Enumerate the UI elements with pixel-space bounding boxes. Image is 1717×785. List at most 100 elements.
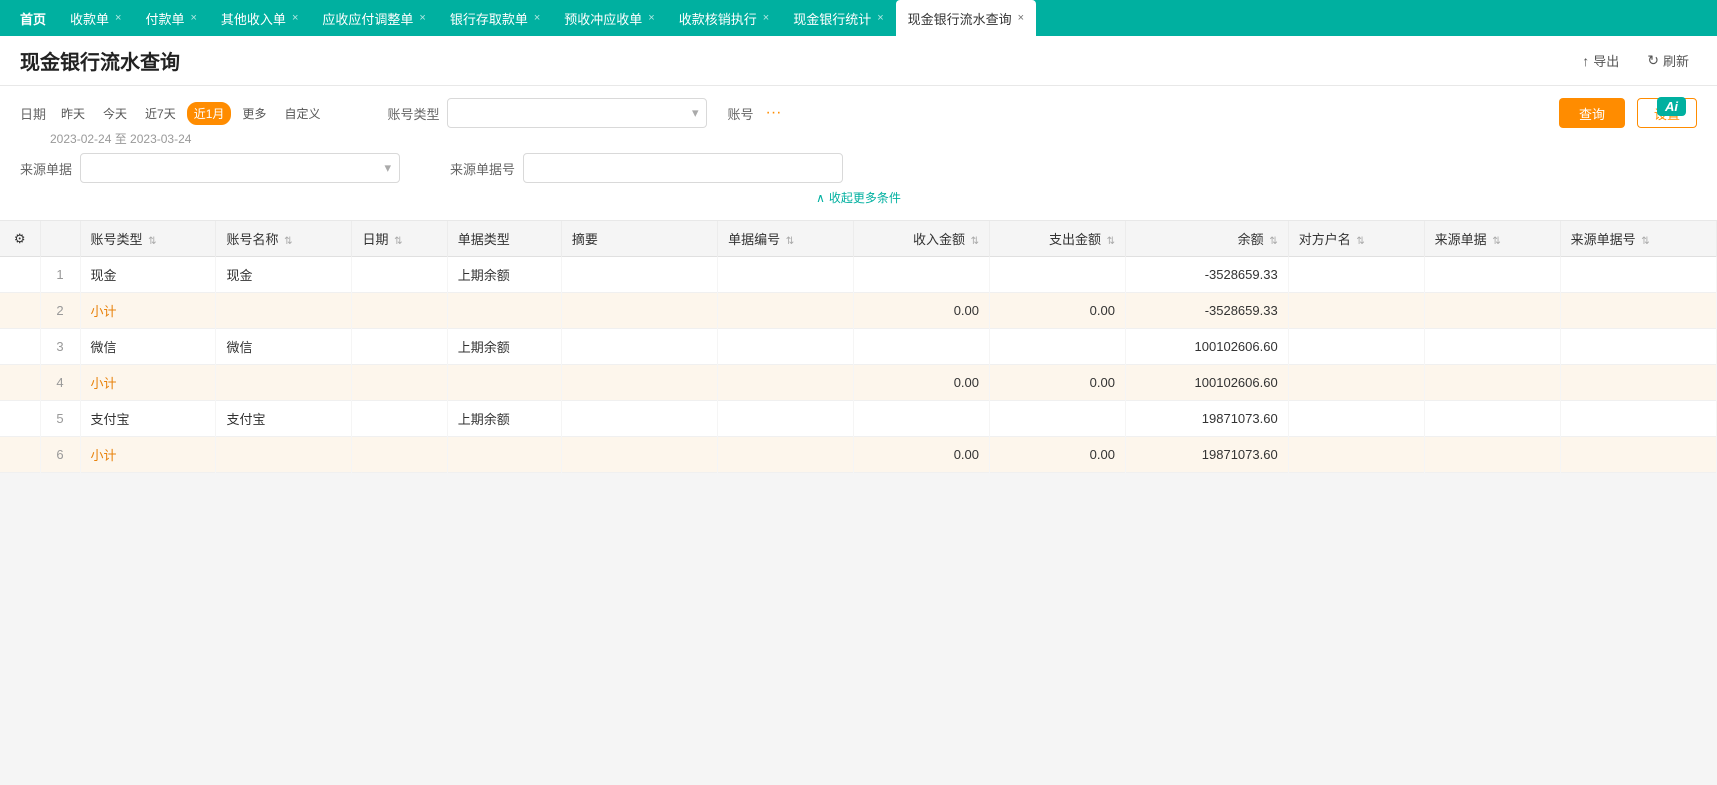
nav-prepay-offset-close[interactable]: × xyxy=(648,12,654,24)
source-doc-no-input[interactable] xyxy=(523,153,843,183)
nav-other-income[interactable]: 其他收入单 × xyxy=(209,0,310,36)
table-header-row: ⚙ 账号类型 ⇅ 账号名称 ⇅ 日期 ⇅ 单据类型 xyxy=(0,221,1717,257)
query-button[interactable]: 查询 xyxy=(1559,98,1625,128)
nav-bank-deposits[interactable]: 银行存取款单 × xyxy=(438,0,552,36)
nav-cash-bank-flow-label: 现金银行流水查询 xyxy=(908,9,1012,28)
row-source-doc-no xyxy=(1560,257,1716,293)
nav-payments[interactable]: 付款单 × xyxy=(133,0,208,36)
export-label: 导出 xyxy=(1593,51,1619,70)
row-summary xyxy=(561,437,717,473)
date-btn-yesterday[interactable]: 昨天 xyxy=(54,102,92,125)
nav-cash-bank-stats-close[interactable]: × xyxy=(877,12,883,24)
th-balance[interactable]: 余额 ⇅ xyxy=(1125,221,1288,257)
th-account-type[interactable]: 账号类型 ⇅ xyxy=(80,221,216,257)
row-doc-type: 上期余额 xyxy=(447,401,561,437)
th-source-doc[interactable]: 来源单据 ⇅ xyxy=(1424,221,1560,257)
row-account-type: 小计 xyxy=(80,437,216,473)
th-account-name[interactable]: 账号名称 ⇅ xyxy=(216,221,352,257)
date-btn-last1m[interactable]: 近1月 xyxy=(187,102,232,125)
row-doc-type: 上期余额 xyxy=(447,329,561,365)
nav-receipts-close[interactable]: × xyxy=(115,12,121,24)
row-account-type: 支付宝 xyxy=(80,401,216,437)
row-date xyxy=(352,329,447,365)
refresh-button[interactable]: ↻ 刷新 xyxy=(1639,47,1697,74)
row-expense: 0.00 xyxy=(990,293,1126,329)
row-date xyxy=(352,365,447,401)
row-counterparty xyxy=(1288,401,1424,437)
row-source-doc-no xyxy=(1560,293,1716,329)
date-btn-more[interactable]: 更多 xyxy=(235,102,273,125)
row-date xyxy=(352,293,447,329)
export-button[interactable]: ↑ 导出 xyxy=(1574,47,1627,74)
row-account-name xyxy=(216,293,352,329)
nav-collection-exec-label: 收款核销执行 xyxy=(679,9,757,28)
row-income xyxy=(854,257,990,293)
row-source-doc xyxy=(1424,437,1560,473)
nav-payments-label: 付款单 xyxy=(145,9,184,28)
th-gear[interactable]: ⚙ xyxy=(0,221,40,257)
th-date[interactable]: 日期 ⇅ xyxy=(352,221,447,257)
ai-badge[interactable]: Ai xyxy=(1657,97,1686,116)
nav-home[interactable]: 首页 xyxy=(8,0,58,36)
collapse-bar[interactable]: ∧ 收起更多条件 xyxy=(20,183,1697,208)
row-date xyxy=(352,257,447,293)
collapse-label: 收起更多条件 xyxy=(829,189,901,206)
source-doc-no-filter-group: 来源单据号 xyxy=(450,153,843,183)
sort-counterparty-icon: ⇅ xyxy=(1356,236,1364,247)
table-container: ⚙ 账号类型 ⇅ 账号名称 ⇅ 日期 ⇅ 单据类型 xyxy=(0,221,1717,473)
row-summary xyxy=(561,365,717,401)
nav-cash-bank-flow-close[interactable]: × xyxy=(1018,12,1024,24)
source-doc-filter-group: 来源单据 ▾ xyxy=(20,153,400,183)
nav-cash-bank-flow[interactable]: 现金银行流水查询 × xyxy=(896,0,1036,36)
row-balance: -3528659.33 xyxy=(1125,293,1288,329)
filter-row-1: 日期 昨天 今天 近7天 近1月 更多 自定义 账号类型 ▾ 账号 ··· xyxy=(20,98,1697,128)
row-income: 0.00 xyxy=(854,437,990,473)
row-source-doc xyxy=(1424,365,1560,401)
date-btn-today[interactable]: 今天 xyxy=(96,102,134,125)
page-title: 现金银行流水查询 xyxy=(20,46,180,75)
row-account-type: 现金 xyxy=(80,257,216,293)
nav-prepay-offset[interactable]: 预收冲应收单 × xyxy=(552,0,666,36)
date-btn-last7[interactable]: 近7天 xyxy=(138,102,183,125)
th-source-doc-no[interactable]: 来源单据号 ⇅ xyxy=(1560,221,1716,257)
source-doc-no-label: 来源单据号 xyxy=(450,159,515,178)
nav-home-label: 首页 xyxy=(20,9,46,28)
date-buttons: 昨天 今天 近7天 近1月 更多 自定义 xyxy=(54,102,327,125)
row-account-name xyxy=(216,365,352,401)
nav-other-income-close[interactable]: × xyxy=(292,12,298,24)
th-num xyxy=(40,221,80,257)
row-account-name: 现金 xyxy=(216,257,352,293)
row-doc-no xyxy=(718,329,854,365)
account-label: 账号 xyxy=(727,104,753,123)
main-content: ⚙ 账号类型 ⇅ 账号名称 ⇅ 日期 ⇅ 单据类型 xyxy=(0,221,1717,473)
account-dots-button[interactable]: ··· xyxy=(761,104,785,122)
nav-bank-deposits-close[interactable]: × xyxy=(534,12,540,24)
th-expense[interactable]: 支出金额 ⇅ xyxy=(990,221,1126,257)
source-doc-label: 来源单据 xyxy=(20,159,72,178)
source-doc-select[interactable]: ▾ xyxy=(80,153,400,183)
nav-adjustments[interactable]: 应收应付调整单 × xyxy=(310,0,437,36)
date-btn-custom[interactable]: 自定义 xyxy=(277,102,327,125)
nav-collection-exec-close[interactable]: × xyxy=(763,12,769,24)
row-account-type: 微信 xyxy=(80,329,216,365)
row-balance: 100102606.60 xyxy=(1125,329,1288,365)
source-doc-arrow-icon: ▾ xyxy=(384,160,391,176)
row-balance: 19871073.60 xyxy=(1125,401,1288,437)
row-num: 4 xyxy=(40,365,80,401)
row-source-doc xyxy=(1424,329,1560,365)
nav-receipts[interactable]: 收款单 × xyxy=(58,0,133,36)
sort-date-icon: ⇅ xyxy=(394,236,402,247)
th-counterparty[interactable]: 对方户名 ⇅ xyxy=(1288,221,1424,257)
th-income[interactable]: 收入金额 ⇅ xyxy=(854,221,990,257)
account-type-select[interactable]: ▾ xyxy=(447,98,707,128)
row-source-doc-no xyxy=(1560,401,1716,437)
nav-collection-exec[interactable]: 收款核销执行 × xyxy=(667,0,781,36)
nav-adjustments-close[interactable]: × xyxy=(419,12,425,24)
nav-payments-close[interactable]: × xyxy=(190,12,196,24)
nav-cash-bank-stats[interactable]: 现金银行统计 × xyxy=(781,0,895,36)
row-num: 1 xyxy=(40,257,80,293)
row-gear xyxy=(0,437,40,473)
row-date xyxy=(352,401,447,437)
row-summary xyxy=(561,329,717,365)
th-doc-no[interactable]: 单据编号 ⇅ xyxy=(718,221,854,257)
